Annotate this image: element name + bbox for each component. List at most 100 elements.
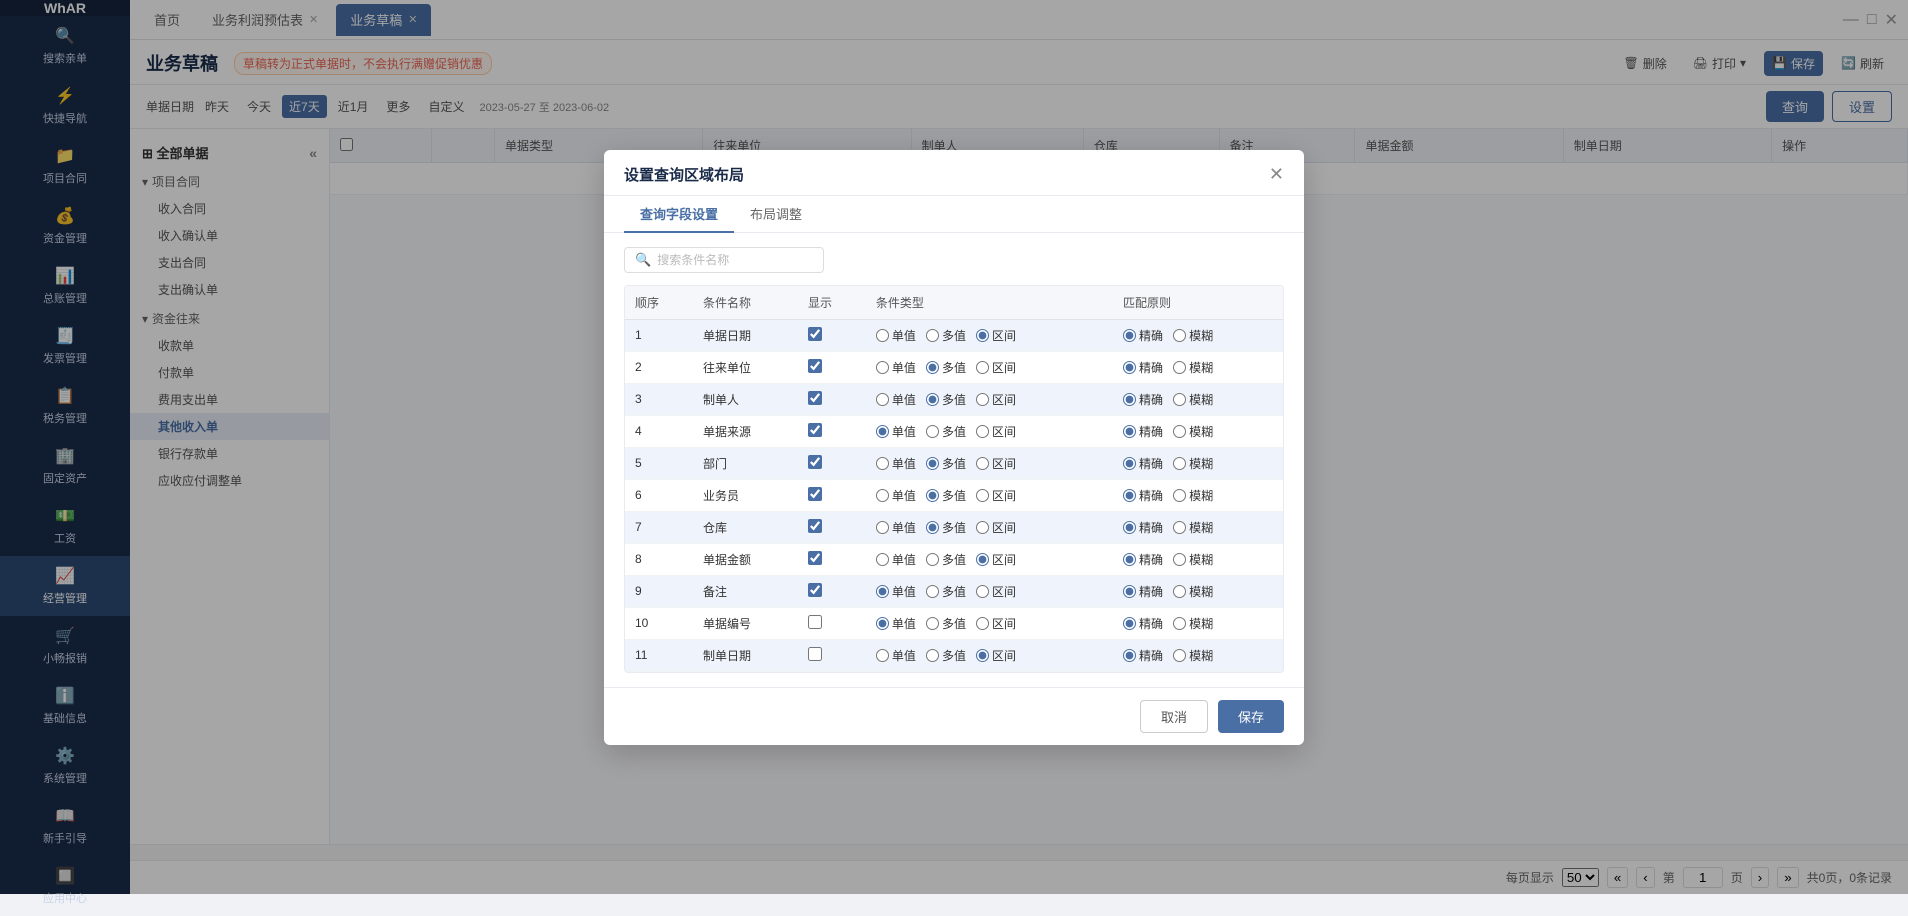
- show-checkbox-cell[interactable]: [808, 362, 822, 376]
- show-checkbox-cell[interactable]: [808, 554, 822, 568]
- type-radio-单值[interactable]: 单值: [876, 647, 916, 664]
- type-radio-单值[interactable]: 单值: [876, 359, 916, 376]
- type-radio-多值[interactable]: 多值: [926, 583, 966, 600]
- row-match[interactable]: 精确 模糊: [1113, 351, 1283, 383]
- match-radio-精确[interactable]: 精确: [1123, 455, 1163, 472]
- row-type[interactable]: 单值 多值 区间: [866, 575, 1113, 607]
- cancel-button[interactable]: 取消: [1140, 700, 1208, 733]
- show-checkbox[interactable]: [808, 583, 822, 597]
- row-match[interactable]: 精确 模糊: [1113, 383, 1283, 415]
- confirm-save-button[interactable]: 保存: [1218, 700, 1284, 733]
- match-radio-精确[interactable]: 精确: [1123, 487, 1163, 504]
- show-checkbox-cell[interactable]: [808, 650, 822, 664]
- match-radio-模糊[interactable]: 模糊: [1173, 359, 1213, 376]
- type-radio-区间[interactable]: 区间: [976, 391, 1016, 408]
- row-match[interactable]: 精确 模糊: [1113, 447, 1283, 479]
- show-checkbox[interactable]: [808, 615, 822, 629]
- row-show[interactable]: [798, 639, 866, 671]
- show-checkbox-cell[interactable]: [808, 522, 822, 536]
- type-radio-多值[interactable]: 多值: [926, 615, 966, 632]
- type-radio-多值[interactable]: 多值: [926, 551, 966, 568]
- show-checkbox[interactable]: [808, 359, 822, 373]
- row-match[interactable]: 精确 模糊: [1113, 639, 1283, 671]
- type-radio-区间[interactable]: 区间: [976, 423, 1016, 440]
- show-checkbox[interactable]: [808, 519, 822, 533]
- show-checkbox[interactable]: [808, 391, 822, 405]
- match-radio-模糊[interactable]: 模糊: [1173, 519, 1213, 536]
- type-radio-单值[interactable]: 单值: [876, 391, 916, 408]
- row-type[interactable]: 单值 多值 区间: [866, 511, 1113, 543]
- type-radio-区间[interactable]: 区间: [976, 327, 1016, 344]
- match-radio-精确[interactable]: 精确: [1123, 551, 1163, 568]
- show-checkbox[interactable]: [808, 327, 822, 341]
- modal-tab-layout[interactable]: 布局调整: [734, 196, 818, 233]
- row-show[interactable]: [798, 511, 866, 543]
- match-radio-精确[interactable]: 精确: [1123, 423, 1163, 440]
- type-radio-多值[interactable]: 多值: [926, 455, 966, 472]
- row-show[interactable]: [798, 383, 866, 415]
- match-radio-模糊[interactable]: 模糊: [1173, 551, 1213, 568]
- row-show[interactable]: [798, 319, 866, 351]
- show-checkbox-cell[interactable]: [808, 490, 822, 504]
- type-radio-单值[interactable]: 单值: [876, 615, 916, 632]
- type-radio-区间[interactable]: 区间: [976, 647, 1016, 664]
- type-radio-多值[interactable]: 多值: [926, 359, 966, 376]
- row-match[interactable]: 精确 模糊: [1113, 479, 1283, 511]
- match-radio-精确[interactable]: 精确: [1123, 327, 1163, 344]
- row-type[interactable]: 单值 多值 区间: [866, 479, 1113, 511]
- type-radio-单值[interactable]: 单值: [876, 583, 916, 600]
- type-radio-区间[interactable]: 区间: [976, 455, 1016, 472]
- match-radio-精确[interactable]: 精确: [1123, 583, 1163, 600]
- match-radio-模糊[interactable]: 模糊: [1173, 583, 1213, 600]
- show-checkbox[interactable]: [808, 455, 822, 469]
- type-radio-区间[interactable]: 区间: [976, 615, 1016, 632]
- type-radio-多值[interactable]: 多值: [926, 519, 966, 536]
- match-radio-模糊[interactable]: 模糊: [1173, 455, 1213, 472]
- type-radio-单值[interactable]: 单值: [876, 551, 916, 568]
- show-checkbox-cell[interactable]: [808, 426, 822, 440]
- row-match[interactable]: 精确 模糊: [1113, 543, 1283, 575]
- match-radio-模糊[interactable]: 模糊: [1173, 327, 1213, 344]
- type-radio-多值[interactable]: 多值: [926, 487, 966, 504]
- row-type[interactable]: 单值 多值 区间: [866, 639, 1113, 671]
- type-radio-区间[interactable]: 区间: [976, 487, 1016, 504]
- condition-search-input[interactable]: [657, 253, 813, 267]
- type-radio-多值[interactable]: 多值: [926, 647, 966, 664]
- modal-close-icon[interactable]: ✕: [1269, 164, 1284, 185]
- type-radio-单值[interactable]: 单值: [876, 455, 916, 472]
- show-checkbox[interactable]: [808, 487, 822, 501]
- row-show[interactable]: [798, 607, 866, 639]
- match-radio-模糊[interactable]: 模糊: [1173, 423, 1213, 440]
- row-show[interactable]: [798, 543, 866, 575]
- show-checkbox[interactable]: [808, 647, 822, 661]
- show-checkbox[interactable]: [808, 423, 822, 437]
- row-type[interactable]: 单值 多值 区间: [866, 319, 1113, 351]
- modal-tab-fields[interactable]: 查询字段设置: [624, 196, 734, 233]
- row-show[interactable]: [798, 351, 866, 383]
- type-radio-单值[interactable]: 单值: [876, 327, 916, 344]
- match-radio-精确[interactable]: 精确: [1123, 359, 1163, 376]
- match-radio-精确[interactable]: 精确: [1123, 519, 1163, 536]
- row-type[interactable]: 单值 多值 区间: [866, 351, 1113, 383]
- row-show[interactable]: [798, 447, 866, 479]
- type-radio-区间[interactable]: 区间: [976, 519, 1016, 536]
- row-type[interactable]: 单值 多值 区间: [866, 415, 1113, 447]
- row-match[interactable]: 精确 模糊: [1113, 319, 1283, 351]
- show-checkbox[interactable]: [808, 551, 822, 565]
- match-radio-精确[interactable]: 精确: [1123, 391, 1163, 408]
- type-radio-单值[interactable]: 单值: [876, 487, 916, 504]
- show-checkbox-cell[interactable]: [808, 330, 822, 344]
- row-type[interactable]: 单值 多值 区间: [866, 607, 1113, 639]
- match-radio-模糊[interactable]: 模糊: [1173, 391, 1213, 408]
- match-radio-模糊[interactable]: 模糊: [1173, 487, 1213, 504]
- row-type[interactable]: 单值 多值 区间: [866, 383, 1113, 415]
- match-radio-模糊[interactable]: 模糊: [1173, 647, 1213, 664]
- type-radio-单值[interactable]: 单值: [876, 519, 916, 536]
- type-radio-多值[interactable]: 多值: [926, 423, 966, 440]
- show-checkbox-cell[interactable]: [808, 586, 822, 600]
- match-radio-精确[interactable]: 精确: [1123, 615, 1163, 632]
- show-checkbox-cell[interactable]: [808, 394, 822, 408]
- row-type[interactable]: 单值 多值 区间: [866, 447, 1113, 479]
- match-radio-精确[interactable]: 精确: [1123, 647, 1163, 664]
- row-match[interactable]: 精确 模糊: [1113, 415, 1283, 447]
